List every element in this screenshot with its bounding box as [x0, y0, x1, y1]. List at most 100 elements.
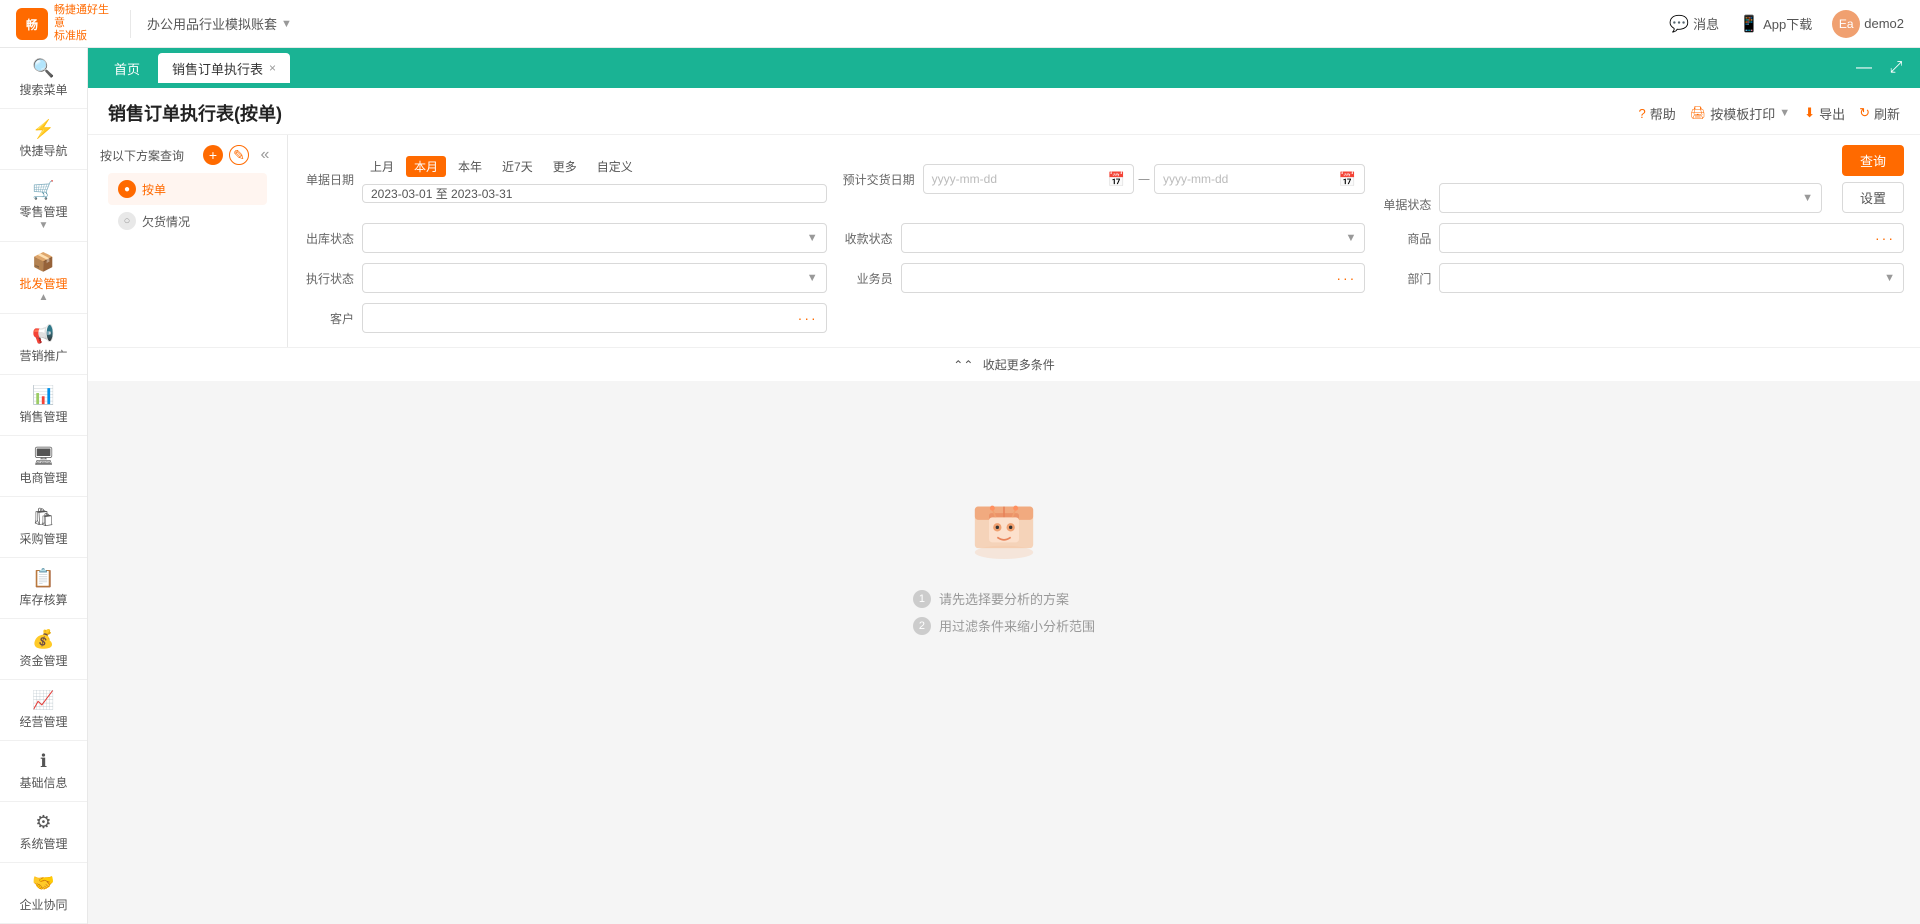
- sidebar-item-ecommerce[interactable]: 🖥 电商管理: [0, 436, 87, 497]
- customer-picker[interactable]: ···: [362, 303, 827, 333]
- date-range-text: 2023-03-01 至 2023-03-31: [371, 185, 512, 202]
- app-download-btn[interactable]: 📱 App下载: [1739, 14, 1812, 34]
- export-icon: ⬇: [1804, 105, 1815, 121]
- filter-row-4: 客户 ···: [304, 303, 1904, 333]
- sidebar-item-label: 系统管理: [19, 835, 67, 852]
- sidebar-item-purchase[interactable]: 🛍 采购管理: [0, 497, 87, 558]
- print-btn[interactable]: 🖨 按模板打印 ▼: [1690, 104, 1790, 123]
- salesman-dots-icon: ···: [1336, 270, 1356, 286]
- page-content: 销售订单执行表(按单) ? 帮助 🖨 按模板打印 ▼ ⬇: [88, 88, 1920, 924]
- date-more-btn[interactable]: 更多: [545, 156, 585, 177]
- dept-select[interactable]: ▼: [1439, 263, 1904, 293]
- sidebar-item-basic-info[interactable]: ℹ 基础信息: [0, 741, 87, 802]
- help-btn[interactable]: ? 帮助: [1638, 104, 1675, 123]
- expected-date-end[interactable]: yyyy-mm-dd 📅: [1154, 164, 1365, 194]
- date-custom-btn[interactable]: 自定义: [589, 156, 641, 177]
- filter-payment-field: 收款状态 ▼: [843, 223, 1366, 253]
- collapse-bar[interactable]: ⌃⌃ 收起更多条件: [88, 347, 1920, 381]
- page-actions: ? 帮助 🖨 按模板打印 ▼ ⬇ 导出 ↻: [1638, 104, 1900, 123]
- help-icon: ?: [1638, 106, 1645, 121]
- filter-exec-field: 执行状态 ▼: [304, 263, 827, 293]
- operations-icon: 📈: [32, 690, 54, 711]
- salesman-label: 业务员: [843, 270, 893, 287]
- export-btn[interactable]: ⬇ 导出: [1804, 104, 1845, 123]
- customer-dots-icon: ···: [798, 310, 818, 326]
- scheme-edit-btn[interactable]: ✎: [229, 145, 249, 165]
- sidebar: 🔍 搜索菜单 ⚡ 快捷导航 🛒 零售管理 ▼ 📦 批发管理 ▲ 📢 营销推广 📊…: [0, 48, 88, 924]
- sales-icon: 📊: [32, 385, 54, 406]
- sidebar-item-inventory[interactable]: 📋 库存核算: [0, 558, 87, 619]
- scheme-item-order[interactable]: ● 按单: [108, 173, 267, 205]
- date-lastmonth-btn[interactable]: 上月: [362, 156, 402, 177]
- goods-picker[interactable]: ···: [1439, 223, 1904, 253]
- sidebar-item-label: 经营管理: [19, 713, 67, 730]
- sidebar-item-operations[interactable]: 📈 经营管理: [0, 680, 87, 741]
- app-selector[interactable]: 办公用品行业模拟账套 ▼: [147, 14, 292, 33]
- payment-select[interactable]: ▼: [901, 223, 1366, 253]
- settings-button[interactable]: 设置: [1842, 182, 1904, 213]
- exec-select[interactable]: ▼: [362, 263, 827, 293]
- tab-sales-order[interactable]: 销售订单执行表 ×: [158, 53, 290, 83]
- exec-chevron-icon: ▼: [807, 272, 818, 284]
- scheme-add-btn[interactable]: +: [203, 145, 223, 165]
- delivery-select[interactable]: ▼: [362, 223, 827, 253]
- filter-expected-date-field: 预计交货日期 yyyy-mm-dd 📅 一 yyyy-mm-dd: [843, 145, 1366, 213]
- collapse-arrow-icon: ⌃⌃: [953, 358, 973, 372]
- inventory-icon: 📋: [32, 568, 54, 589]
- filter-customer-field: 客户 ···: [304, 303, 827, 333]
- filter-dept-field: 部门 ▼: [1381, 263, 1904, 293]
- query-button[interactable]: 查询: [1842, 145, 1904, 176]
- scheme-collapse-btn[interactable]: «: [255, 145, 275, 165]
- expected-date-end-placeholder: yyyy-mm-dd: [1163, 172, 1228, 186]
- sidebar-item-sales[interactable]: 📊 销售管理: [0, 375, 87, 436]
- sidebar-item-search[interactable]: 🔍 搜索菜单: [0, 48, 87, 109]
- scheme-header: 按以下方案查询 + ✎ «: [100, 145, 275, 165]
- sidebar-item-finance[interactable]: 💰 资金管理: [0, 619, 87, 680]
- tab-home[interactable]: 首页: [100, 53, 154, 83]
- refresh-icon: ↻: [1859, 105, 1870, 121]
- sidebar-item-marketing[interactable]: 📢 营销推广: [0, 314, 87, 375]
- logo-icon: 畅: [16, 8, 48, 40]
- sidebar-item-system[interactable]: ⚙ 系统管理: [0, 802, 87, 863]
- user-area[interactable]: Ea demo2: [1832, 10, 1904, 38]
- sidebar-item-enterprise[interactable]: 🤝 企业协同: [0, 863, 87, 924]
- payment-label: 收款状态: [843, 230, 893, 247]
- tab-close-icon[interactable]: ×: [269, 61, 276, 75]
- refresh-btn[interactable]: ↻ 刷新: [1859, 104, 1900, 123]
- goods-dots-icon: ···: [1875, 230, 1895, 246]
- calendar-icon[interactable]: 📅: [1108, 171, 1125, 188]
- finance-icon: 💰: [32, 629, 54, 650]
- app-name-label: 办公用品行业模拟账套: [147, 14, 277, 33]
- maximize-btn[interactable]: ⤢: [1884, 56, 1908, 80]
- sidebar-item-label: 采购管理: [19, 530, 67, 547]
- status-select[interactable]: ▼: [1439, 183, 1822, 213]
- app-selector-arrow: ▼: [281, 18, 292, 30]
- collapse-label: 收起更多条件: [983, 358, 1055, 372]
- sidebar-item-label: 电商管理: [19, 469, 67, 486]
- tab-bar: 首页 销售订单执行表 × — ⤢: [88, 48, 1920, 88]
- quicknav-icon: ⚡: [32, 119, 54, 140]
- empty-state: 1 请先选择要分析的方案 2 用过滤条件来缩小分析范围: [88, 389, 1920, 715]
- sidebar-item-wholesale[interactable]: 📦 批发管理 ▲: [0, 242, 87, 314]
- salesman-picker[interactable]: ···: [901, 263, 1366, 293]
- scheme-item-label: 欠货情况: [142, 213, 190, 230]
- calendar-end-icon[interactable]: 📅: [1339, 171, 1356, 188]
- expected-date-start[interactable]: yyyy-mm-dd 📅: [923, 164, 1134, 194]
- retail-icon: 🛒: [32, 180, 54, 201]
- tip1-text: 请先选择要分析的方案: [939, 589, 1069, 608]
- date-thismonth-btn[interactable]: 本月: [406, 156, 446, 177]
- sidebar-item-retail[interactable]: 🛒 零售管理 ▼: [0, 170, 87, 242]
- chevron-down-icon: ▼: [39, 220, 49, 231]
- date-thisyear-btn[interactable]: 本年: [450, 156, 490, 177]
- sidebar-item-quicknav[interactable]: ⚡ 快捷导航: [0, 109, 87, 170]
- date-last7-btn[interactable]: 近7天: [494, 156, 541, 177]
- filter-salesman-field: 业务员 ···: [843, 263, 1366, 293]
- date-range-display[interactable]: 2023-03-01 至 2023-03-31: [362, 184, 827, 203]
- customer-label: 客户: [304, 310, 354, 327]
- scheme-item-shortage[interactable]: ○ 欠货情况: [108, 205, 267, 237]
- minimize-btn[interactable]: —: [1852, 56, 1876, 80]
- expected-date-label: 预计交货日期: [843, 171, 915, 188]
- dept-chevron-icon: ▼: [1884, 272, 1895, 284]
- sidebar-item-label: 销售管理: [19, 408, 67, 425]
- message-btn[interactable]: 💬 消息: [1669, 14, 1719, 34]
